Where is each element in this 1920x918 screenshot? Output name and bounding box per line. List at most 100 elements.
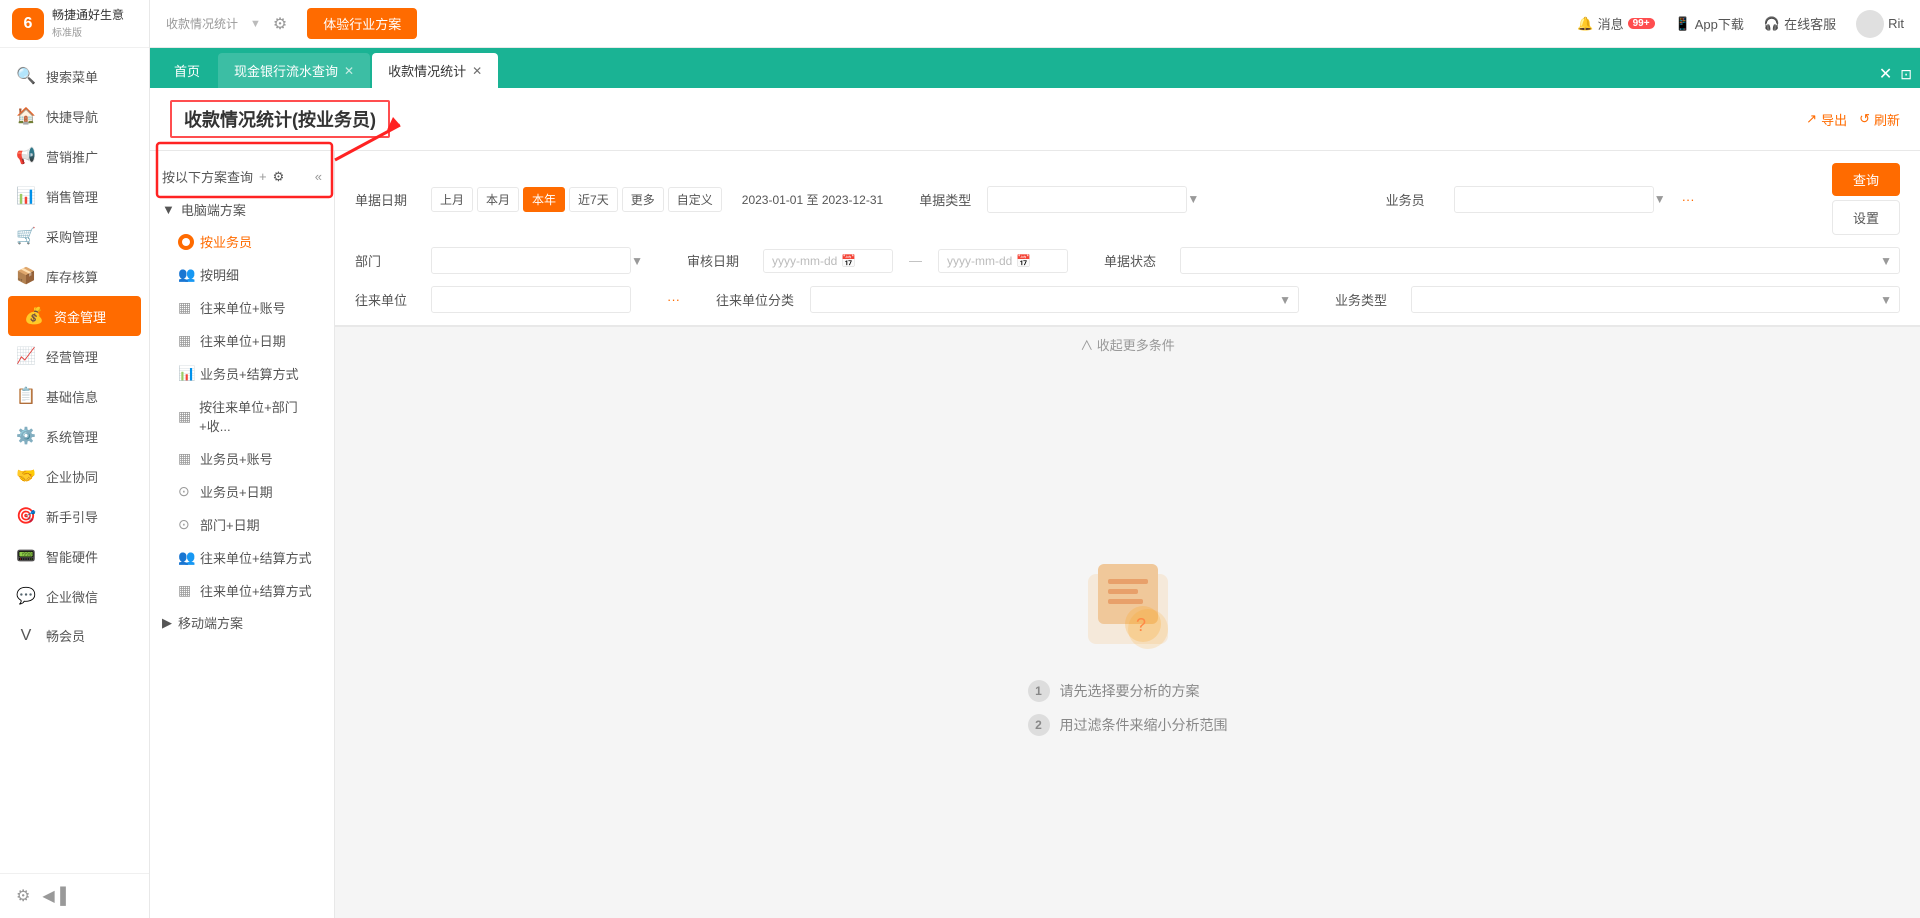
sidebar-item-guide[interactable]: 🎯 新手引导 xyxy=(0,496,149,536)
review-date-from[interactable]: yyyy-mm-dd 📅 xyxy=(763,249,893,273)
scheme-item-partner-settlement-2[interactable]: ▦ 往来单位+结算方式 xyxy=(150,574,334,607)
user-avatar[interactable]: Rit xyxy=(1856,10,1904,38)
partner-select[interactable] xyxy=(431,286,631,313)
scheme-item-detail[interactable]: 👥 按明细 xyxy=(150,258,334,291)
active-scheme-icon xyxy=(178,234,194,250)
scheme-item-partner-dept[interactable]: ▦ 按往来单位+部门+收... xyxy=(150,390,334,442)
service-icon: 🎧 xyxy=(1764,16,1780,32)
scheme-item-salesman[interactable]: 按业务员 xyxy=(150,225,334,258)
date-btn-this-month[interactable]: 本月 xyxy=(477,187,519,212)
partner-category-select[interactable] xyxy=(810,286,1299,313)
sidebar-item-sales[interactable]: 📊 销售管理 xyxy=(0,176,149,216)
mobile-group-label: 移动端方案 xyxy=(178,613,243,632)
trial-button[interactable]: 体验行业方案 xyxy=(307,8,417,39)
app-download-btn[interactable]: 📱 App下载 xyxy=(1675,14,1744,33)
sidebar-item-system[interactable]: ⚙️ 系统管理 xyxy=(0,416,149,456)
scheme-item-dept-date[interactable]: ⊙ 部门+日期 xyxy=(150,508,334,541)
sidebar-item-marketing[interactable]: 📢 营销推广 xyxy=(0,136,149,176)
export-icon: ↗ xyxy=(1806,111,1817,127)
sidebar-item-search[interactable]: 🔍 搜索菜单 xyxy=(0,56,149,96)
sidebar-item-label: 营销推广 xyxy=(46,147,98,166)
sidebar-item-basic[interactable]: 📋 基础信息 xyxy=(0,376,149,416)
online-service-btn[interactable]: 🎧 在线客服 xyxy=(1764,14,1836,33)
sidebar-item-label: 系统管理 xyxy=(46,427,98,446)
table-icon-2: ▦ xyxy=(178,332,194,349)
scheme-item-salesman-settlement[interactable]: 📊 业务员+结算方式 xyxy=(150,357,334,390)
empty-step-2: 2 用过滤条件来缩小分析范围 xyxy=(1028,714,1228,736)
filter-row-3: 往来单位 ··· 往来单位分类 ▼ 业务类型 ▼ xyxy=(355,286,1900,313)
query-button[interactable]: 查询 xyxy=(1832,163,1900,196)
gear-icon: ⚙️ xyxy=(16,426,36,446)
main-content: 单据日期 上月 本月 本年 近7天 更多 自定义 2023-01-01 至 20… xyxy=(335,151,1920,918)
sidebar-item-label: 采购管理 xyxy=(46,227,98,246)
sidebar-item-operations[interactable]: 📈 经营管理 xyxy=(0,336,149,376)
scheme-item-salesman-date[interactable]: ⊙ 业务员+日期 xyxy=(150,475,334,508)
sidebar-item-capital[interactable]: 💰 资金管理 xyxy=(8,296,141,336)
scheme-item-partner-settlement-1[interactable]: 👥 往来单位+结算方式 xyxy=(150,541,334,574)
date-btn-more[interactable]: 更多 xyxy=(622,187,664,212)
collapse-bar[interactable]: ∧ 收起更多条件 xyxy=(335,326,1920,362)
sidebar-item-inventory[interactable]: 📦 库存核算 xyxy=(0,256,149,296)
review-date-to[interactable]: yyyy-mm-dd 📅 xyxy=(938,249,1068,273)
main-area: 收款情况统计 ▼ ⚙ 体验行业方案 🔔 消息 99+ 📱 App下载 🎧 在线客… xyxy=(150,0,1920,918)
sidebar-item-purchase[interactable]: 🛒 采购管理 xyxy=(0,216,149,256)
tab-receipt-close-icon[interactable]: ✕ xyxy=(472,64,482,78)
refresh-button[interactable]: ↺ 刷新 xyxy=(1859,110,1900,129)
sidebar-item-enterprise[interactable]: 🤝 企业协同 xyxy=(0,456,149,496)
dept-label: 部门 xyxy=(355,251,415,270)
bar-chart-icon: 📊 xyxy=(178,365,194,382)
partner-more-btn[interactable]: ··· xyxy=(667,292,680,307)
sidebar-item-label: 库存核算 xyxy=(46,267,98,286)
close-window-icon[interactable]: ✕ xyxy=(1879,64,1892,84)
scheme-desktop-title[interactable]: ▼ 电脑端方案 xyxy=(150,194,334,225)
message-btn[interactable]: 🔔 消息 99+ xyxy=(1577,14,1654,33)
sidebar-item-member[interactable]: V 畅会员 xyxy=(0,616,149,655)
tab-home[interactable]: 首页 xyxy=(158,53,216,88)
tab-bank-close-icon[interactable]: ✕ xyxy=(344,64,354,78)
date-btn-7days[interactable]: 近7天 xyxy=(569,187,618,212)
line-chart-icon: 📈 xyxy=(16,346,36,366)
header-settings-icon[interactable]: ⚙ xyxy=(273,14,287,34)
date-btn-last-month[interactable]: 上月 xyxy=(431,187,473,212)
column-settings-button[interactable]: 设置 xyxy=(1832,200,1900,235)
member-icon: V xyxy=(16,627,36,645)
refresh-label: 刷新 xyxy=(1874,110,1900,129)
scheme-panel-header: 按以下方案查询 + ⚙ « xyxy=(150,159,334,194)
scheme-mobile-title[interactable]: ▶ 移动端方案 xyxy=(150,607,334,638)
doc-type-select[interactable] xyxy=(987,186,1187,213)
step-num-1: 1 xyxy=(1028,680,1050,702)
salesman-more-btn[interactable]: ··· xyxy=(1682,192,1695,207)
handshake-icon: 🤝 xyxy=(16,466,36,486)
doc-type-select-wrap: ▼ xyxy=(987,186,1207,213)
date-label: 单据日期 xyxy=(355,190,415,209)
sidebar-item-shortcut[interactable]: 🏠 快捷导航 xyxy=(0,96,149,136)
date-quick-select: 上月 本月 本年 近7天 更多 自定义 xyxy=(431,187,722,212)
doc-status-select[interactable] xyxy=(1180,247,1900,274)
date-btn-custom[interactable]: 自定义 xyxy=(668,187,722,212)
dept-select[interactable] xyxy=(431,247,631,274)
settings-bottom-icon[interactable]: ⚙ xyxy=(16,886,30,906)
salesman-select[interactable] xyxy=(1454,186,1654,213)
app-download-label: App下载 xyxy=(1695,14,1744,33)
sidebar-item-hardware[interactable]: 📟 智能硬件 xyxy=(0,536,149,576)
tab-receipt[interactable]: 收款情况统计 ✕ xyxy=(372,53,498,88)
scheme-item-partner-account[interactable]: ▦ 往来单位+账号 xyxy=(150,291,334,324)
biz-type-label: 业务类型 xyxy=(1335,290,1395,309)
scheme-item-label: 业务员+账号 xyxy=(200,449,273,468)
scheme-item-partner-date[interactable]: ▦ 往来单位+日期 xyxy=(150,324,334,357)
scheme-collapse-button[interactable]: « xyxy=(315,169,322,184)
biz-type-select[interactable] xyxy=(1411,286,1900,313)
refresh-icon: ↺ xyxy=(1859,111,1870,127)
cart-icon: 🛒 xyxy=(16,226,36,246)
step-2-text: 用过滤条件来缩小分析范围 xyxy=(1060,715,1228,735)
tab-bank[interactable]: 现金银行流水查询 ✕ xyxy=(218,53,370,88)
scheme-settings-icon[interactable]: ⚙ xyxy=(273,169,285,185)
maximize-window-icon[interactable]: ⊡ xyxy=(1900,66,1912,83)
header-right: 🔔 消息 99+ 📱 App下载 🎧 在线客服 Rit xyxy=(1577,10,1904,38)
export-button[interactable]: ↗ 导出 xyxy=(1806,110,1847,129)
collapse-sidebar-icon[interactable]: ◀▐ xyxy=(42,886,66,906)
sidebar-item-wechat[interactable]: 💬 企业微信 xyxy=(0,576,149,616)
date-btn-this-year[interactable]: 本年 xyxy=(523,187,565,212)
scheme-item-salesman-account[interactable]: ▦ 业务员+账号 xyxy=(150,442,334,475)
scheme-add-icon[interactable]: + xyxy=(259,169,267,184)
